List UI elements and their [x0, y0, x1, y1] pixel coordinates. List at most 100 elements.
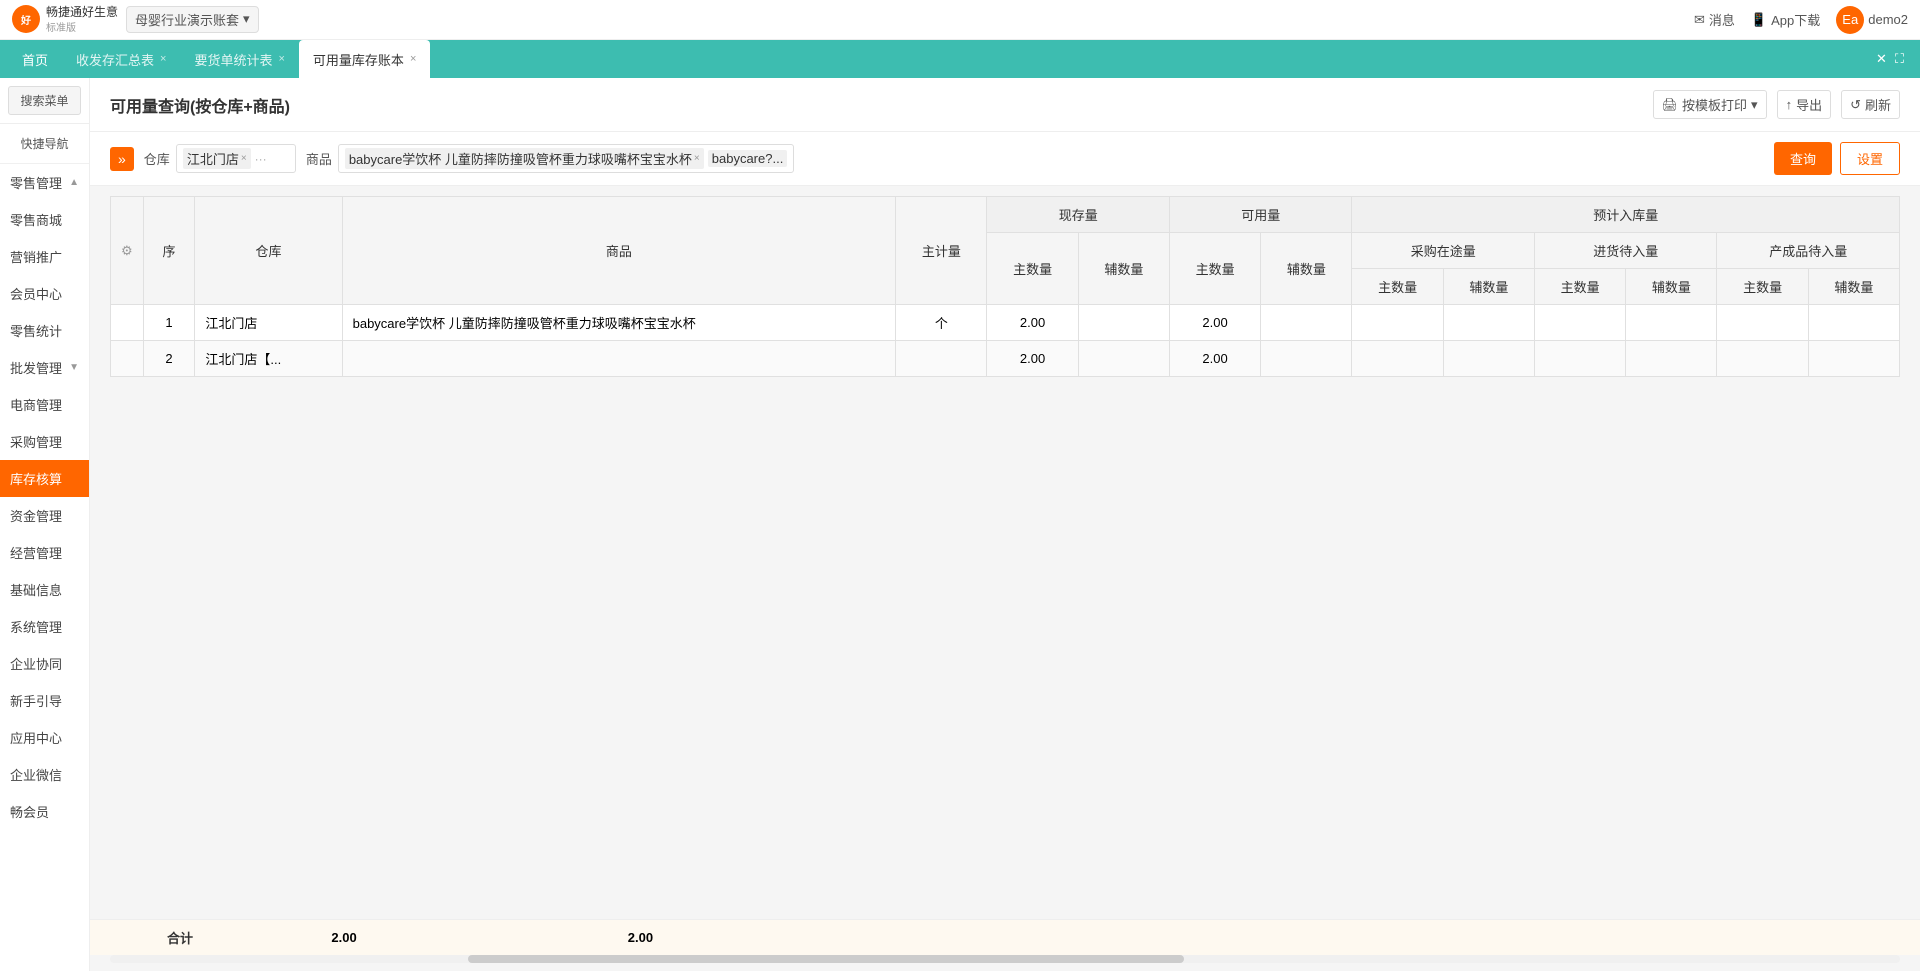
nav-close-icon[interactable]: ✕	[1876, 51, 1887, 67]
sidebar-quick-nav[interactable]: 快捷导航	[0, 130, 89, 157]
logo-texts: 畅捷通好生意 标准版	[46, 5, 118, 34]
sidebar-item-enterprise-collab-label: 企业协同	[10, 654, 62, 673]
tab-order-stats-close[interactable]: ×	[278, 53, 284, 65]
product-tag-babycare2: babycare?...	[708, 150, 788, 167]
filter-bar: » 仓库 江北门店 × ··· 商品 babycare学饮杯 儿童防摔防撞吸管杯…	[90, 132, 1920, 186]
sidebar-item-basic-info-label: 基础信息	[10, 580, 62, 599]
footer-stock-main-total: 2.00	[270, 930, 418, 945]
sidebar-item-retail-mall-label: 零售商城	[10, 210, 62, 229]
product-tag-remove[interactable]: ×	[694, 153, 700, 164]
print-icon: 🖨	[1662, 97, 1679, 113]
settings-button[interactable]: 设置	[1840, 142, 1900, 175]
query-button[interactable]: 查询	[1774, 142, 1832, 175]
cell-product-main	[1717, 341, 1808, 377]
refresh-button[interactable]: ↺ 刷新	[1841, 90, 1900, 119]
footer-stock-aux-total	[418, 930, 566, 945]
sidebar-item-retail-stats-label: 零售统计	[10, 321, 62, 340]
cell-purchase-aux	[1443, 341, 1534, 377]
tab-order-stats-label: 要货单统计表	[194, 50, 272, 69]
sidebar-item-app-center[interactable]: 应用中心	[0, 719, 89, 756]
th-product-main: 主数量	[1717, 269, 1808, 305]
tab-available-stock[interactable]: 可用量库存账本 ×	[299, 40, 430, 78]
sidebar-item-app-center-label: 应用中心	[10, 728, 62, 747]
th-product-pending-group: 产成品待入量	[1717, 233, 1900, 269]
warehouse-tag-remove[interactable]: ×	[241, 153, 247, 164]
horizontal-scrollbar[interactable]	[110, 955, 1900, 963]
sidebar-item-basic-info[interactable]: 基础信息	[0, 571, 89, 608]
nav-maximize-icon[interactable]: ⛶	[1895, 51, 1904, 67]
expand-button[interactable]: »	[110, 147, 134, 171]
export-label: 导出	[1796, 95, 1822, 114]
page-header: 可用量查询(按仓库+商品) 🖨 按模板打印 ▾ ↑ 导出 ↺ 刷新	[90, 78, 1920, 132]
th-settings: ⚙	[111, 197, 144, 305]
warehouse-filter-tags[interactable]: 江北门店 × ···	[176, 144, 296, 173]
app-download-item[interactable]: 📱 App下载	[1751, 10, 1820, 29]
cell-main-unit: 个	[896, 305, 987, 341]
logo-text: 畅捷通好生意	[46, 5, 118, 19]
sidebar-item-purchase-mgmt[interactable]: 采购管理	[0, 423, 89, 460]
sidebar-item-new-guide[interactable]: 新手引导	[0, 682, 89, 719]
nav-tabs: 首页 收发存汇总表 × 要货单统计表 × 可用量库存账本 × ✕ ⛶	[0, 40, 1920, 78]
search-menu-button[interactable]: 搜索菜单	[8, 86, 81, 115]
industry-label: 母婴行业演示账套	[135, 10, 239, 29]
sidebar-item-ecommerce-mgmt[interactable]: 电商管理	[0, 386, 89, 423]
page-actions: 🖨 按模板打印 ▾ ↑ 导出 ↺ 刷新	[1653, 90, 1901, 119]
th-planned-in-group: 预计入库量	[1352, 197, 1900, 233]
sidebar-item-inventory-check[interactable]: 库存核算	[0, 460, 89, 497]
tab-home[interactable]: 首页	[8, 40, 62, 78]
cell-warehouse: 江北门店【...	[195, 341, 342, 377]
export-button[interactable]: ↑ 导出	[1777, 90, 1832, 119]
user-area[interactable]: Ea demo2	[1836, 6, 1908, 34]
tab-order-stats[interactable]: 要货单统计表 ×	[180, 40, 298, 78]
product-filter-label: 商品	[306, 149, 332, 168]
sidebar-item-retail-stats[interactable]: 零售统计	[0, 312, 89, 349]
footer-product-aux-total	[1604, 930, 1752, 945]
footer-label: 合计	[167, 931, 193, 946]
footer-product-main-total	[1455, 930, 1603, 945]
product-filter-tags[interactable]: babycare学饮杯 儿童防摔防撞吸管杯重力球吸嘴杯宝宝水杯 × babyca…	[338, 144, 794, 173]
scroll-thumb[interactable]	[468, 955, 1184, 963]
sidebar-item-system-mgmt[interactable]: 系统管理	[0, 608, 89, 645]
th-product-aux: 辅数量	[1808, 269, 1899, 305]
sidebar-item-ecommerce-mgmt-label: 电商管理	[10, 395, 62, 414]
sidebar-item-enterprise-wechat-label: 企业微信	[10, 765, 62, 784]
tab-receipts[interactable]: 收发存汇总表 ×	[62, 40, 180, 78]
th-no: 序	[143, 197, 195, 305]
sidebar-item-wholesale-mgmt[interactable]: 批发管理 ▼	[0, 349, 89, 386]
th-stock-main-qty: 主数量	[987, 233, 1078, 305]
username-label: demo2	[1868, 12, 1908, 27]
sidebar-item-enterprise-wechat[interactable]: 企业微信	[0, 756, 89, 793]
th-purchase-main: 主数量	[1352, 269, 1443, 305]
sidebar-item-enterprise-collab[interactable]: 企业协同	[0, 645, 89, 682]
sidebar-item-retail-mgmt[interactable]: 零售管理 ▲	[0, 164, 89, 201]
avatar-text: Ea	[1842, 12, 1858, 27]
message-item[interactable]: ✉ 消息	[1694, 10, 1735, 29]
sidebar-item-operations-mgmt[interactable]: 经营管理	[0, 534, 89, 571]
sidebar-search: 搜索菜单	[0, 78, 89, 124]
th-available-aux-qty: 辅数量	[1261, 233, 1352, 305]
print-button[interactable]: 🖨 按模板打印 ▾	[1653, 90, 1767, 119]
tab-available-stock-close[interactable]: ×	[410, 53, 416, 65]
sidebar-item-member[interactable]: 畅会员	[0, 793, 89, 830]
table-settings-icon[interactable]: ⚙	[121, 243, 133, 258]
cell-product-aux	[1808, 341, 1899, 377]
sidebar-item-member-label: 畅会员	[10, 802, 49, 821]
sidebar-item-finance-mgmt[interactable]: 资金管理	[0, 497, 89, 534]
warehouse-more[interactable]: ···	[255, 152, 267, 166]
message-icon: ✉	[1694, 12, 1705, 28]
sidebar-item-retail-mall[interactable]: 零售商城	[0, 201, 89, 238]
nav-right-icons: ✕ ⛶	[1868, 40, 1912, 78]
sidebar-item-member-center[interactable]: 会员中心	[0, 275, 89, 312]
refresh-label: 刷新	[1865, 95, 1891, 114]
content-area: 可用量查询(按仓库+商品) 🖨 按模板打印 ▾ ↑ 导出 ↺ 刷新 »	[90, 78, 1920, 971]
cell-stock-main: 2.00	[987, 341, 1078, 377]
sidebar-item-marketing[interactable]: 营销推广	[0, 238, 89, 275]
th-stock-aux-qty: 辅数量	[1078, 233, 1169, 305]
cell-settings	[111, 341, 144, 377]
cell-goods-aux	[1626, 305, 1717, 341]
tab-receipts-close[interactable]: ×	[160, 53, 166, 65]
cell-available-main: 2.00	[1169, 305, 1260, 341]
industry-selector[interactable]: 母婴行业演示账套 ▾	[126, 6, 259, 33]
th-warehouse: 仓库	[195, 197, 342, 305]
sidebar-item-system-mgmt-label: 系统管理	[10, 617, 62, 636]
